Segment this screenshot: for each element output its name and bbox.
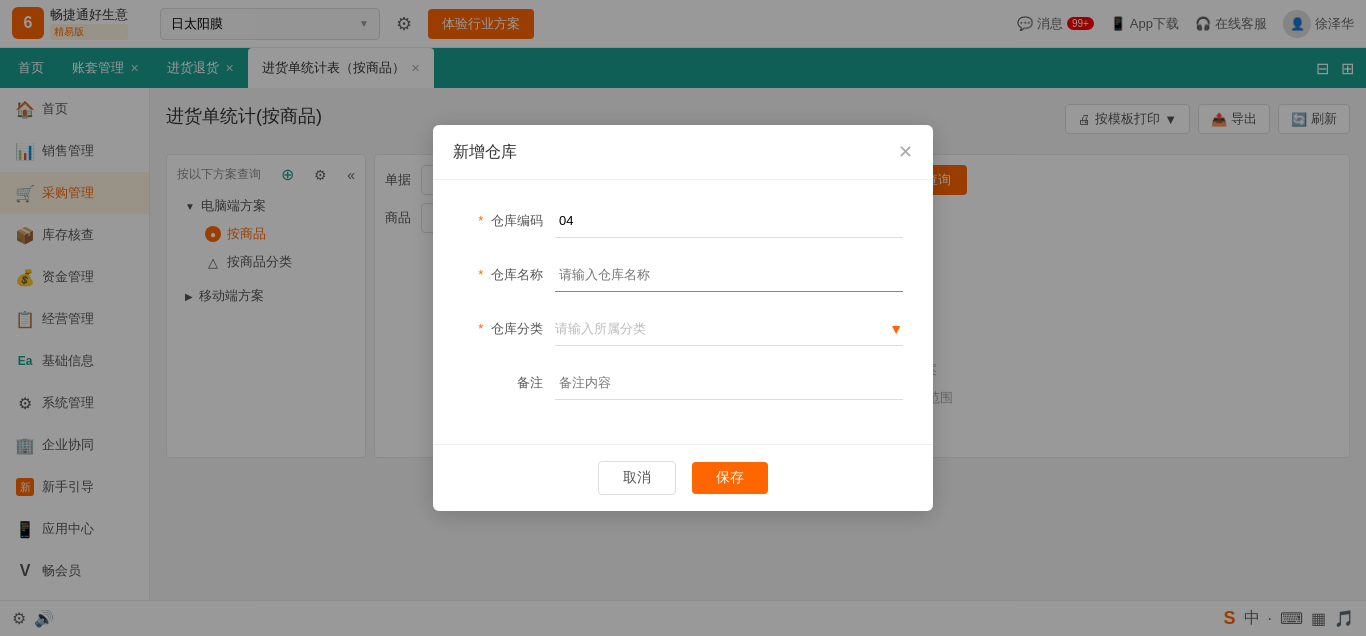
form-row-name: * 仓库名称 bbox=[463, 258, 903, 292]
warehouse-name-input[interactable] bbox=[555, 258, 903, 292]
cancel-button[interactable]: 取消 bbox=[598, 461, 676, 495]
warehouse-remark-input[interactable] bbox=[555, 366, 903, 400]
category-label-text: 仓库分类 bbox=[491, 321, 543, 336]
category-label: * 仓库分类 bbox=[463, 320, 543, 338]
category-required-mark: * bbox=[478, 321, 483, 336]
modal-overlay: 新增仓库 ✕ * 仓库编码 * 仓库名称 bbox=[0, 0, 1366, 636]
save-button[interactable]: 保存 bbox=[692, 462, 768, 494]
category-dropdown-icon: ▼ bbox=[889, 321, 903, 337]
name-label: * 仓库名称 bbox=[463, 266, 543, 284]
warehouse-category-select[interactable]: 请输入所属分类 ▼ bbox=[555, 312, 903, 346]
modal-body: * 仓库编码 * 仓库名称 * 仓库分类 请输入所属 bbox=[433, 180, 933, 444]
category-placeholder: 请输入所属分类 bbox=[555, 320, 646, 338]
name-required-mark: * bbox=[478, 267, 483, 282]
add-warehouse-modal: 新增仓库 ✕ * 仓库编码 * 仓库名称 bbox=[433, 125, 933, 511]
modal-close-button[interactable]: ✕ bbox=[898, 141, 913, 163]
warehouse-code-input[interactable] bbox=[555, 204, 903, 238]
form-row-remark: 备注 bbox=[463, 366, 903, 400]
modal-title: 新增仓库 bbox=[453, 142, 517, 163]
remark-label: 备注 bbox=[463, 374, 543, 392]
code-label-text: 仓库编码 bbox=[491, 213, 543, 228]
remark-label-text: 备注 bbox=[517, 375, 543, 390]
modal-header: 新增仓库 ✕ bbox=[433, 125, 933, 180]
name-label-text: 仓库名称 bbox=[491, 267, 543, 282]
form-row-code: * 仓库编码 bbox=[463, 204, 903, 238]
form-row-category: * 仓库分类 请输入所属分类 ▼ bbox=[463, 312, 903, 346]
code-required-mark: * bbox=[478, 213, 483, 228]
code-label: * 仓库编码 bbox=[463, 212, 543, 230]
modal-footer: 取消 保存 bbox=[433, 444, 933, 511]
